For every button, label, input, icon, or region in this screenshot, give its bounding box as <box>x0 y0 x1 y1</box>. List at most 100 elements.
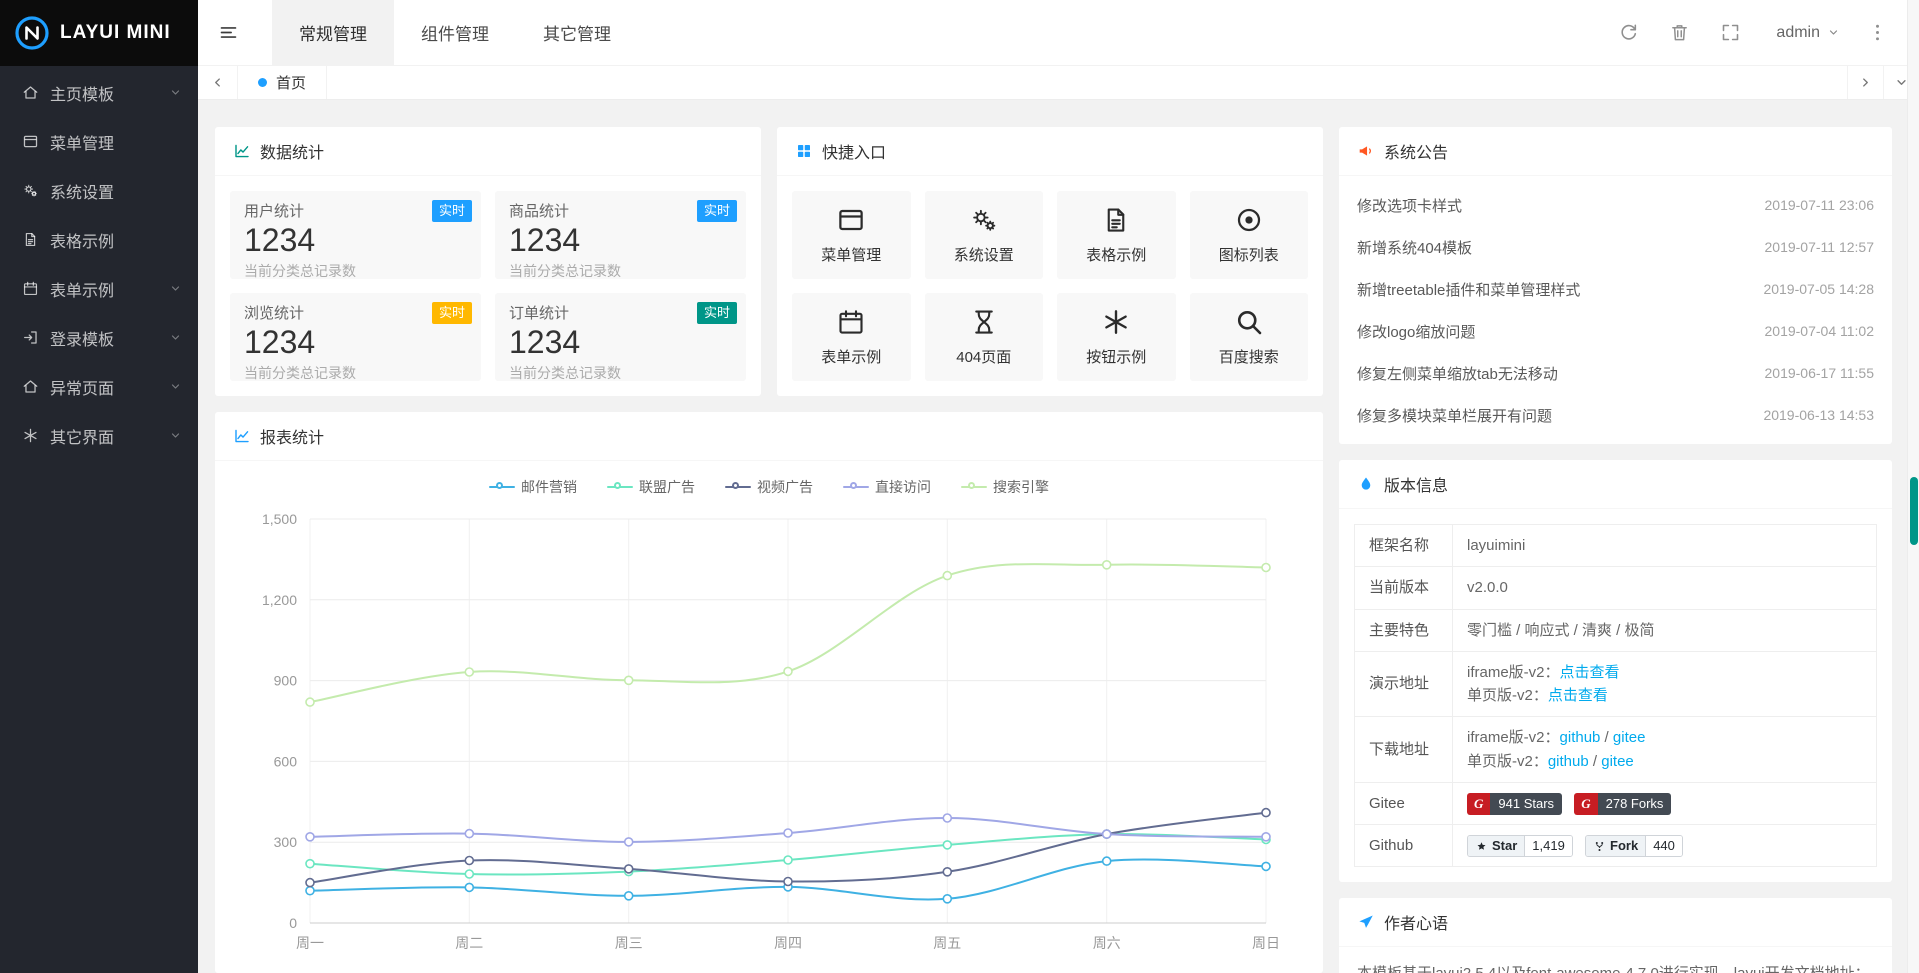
legend-item[interactable]: 搜索引擎 <box>961 477 1049 497</box>
quick-entry-label: 系统设置 <box>954 244 1014 265</box>
legend-item[interactable]: 直接访问 <box>843 477 931 497</box>
svg-text:周日: 周日 <box>1252 935 1280 951</box>
separator: / <box>1589 753 1602 770</box>
main-area: 常规管理 组件管理 其它管理 admin <box>198 0 1919 973</box>
quick-entry[interactable]: 表格示例 <box>1057 191 1176 279</box>
sidebar-item[interactable]: 菜单管理 <box>0 117 198 166</box>
announcement-date: 2019-06-13 14:53 <box>1763 407 1874 423</box>
stat-value: 1234 <box>244 324 467 361</box>
clear-cache-button[interactable] <box>1669 22 1690 43</box>
legend-line <box>489 486 515 488</box>
quick-entry[interactable]: 404页面 <box>925 293 1044 381</box>
chevron-down-icon <box>169 380 182 393</box>
grid-icon <box>795 142 813 160</box>
legend-label: 视频广告 <box>757 477 813 497</box>
tab-scroll-right-button[interactable] <box>1847 66 1883 99</box>
demo-iframe-link[interactable]: 点击查看 <box>1560 664 1620 681</box>
user-menu[interactable]: admin <box>1776 24 1840 42</box>
version-table-wrap: 框架名称 layuimini 当前版本 v2.0.0 主要特色 零门槛 / 响应… <box>1339 509 1892 882</box>
announcement-item[interactable]: 新增系统404模板 2019-07-11 12:57 <box>1339 226 1892 268</box>
github-fork-button[interactable]: Fork 440 <box>1585 835 1683 857</box>
header-tab[interactable]: 常规管理 <box>272 0 394 65</box>
legend-label: 邮件营销 <box>521 477 577 497</box>
stat-desc: 当前分类总记录数 <box>509 363 732 383</box>
quick-entry[interactable]: 菜单管理 <box>792 191 911 279</box>
legend-item[interactable]: 邮件营销 <box>489 477 577 497</box>
announcement-item[interactable]: 修复多模块菜单栏展开有问题 2019-06-13 14:53 <box>1339 394 1892 436</box>
sidebar-item[interactable]: 主页模板 <box>0 68 198 117</box>
demo-line-prefix: iframe版-v2： <box>1467 664 1560 681</box>
sidebar-item[interactable]: 表格示例 <box>0 215 198 264</box>
quick-entry[interactable]: 按钮示例 <box>1057 293 1176 381</box>
svg-text:0: 0 <box>289 915 297 931</box>
sidebar-item[interactable]: 系统设置 <box>0 166 198 215</box>
tabbar: 首页 <box>198 66 1919 100</box>
svg-text:周四: 周四 <box>774 935 802 951</box>
gitee-link[interactable]: gitee <box>1601 753 1634 770</box>
header-tab[interactable]: 组件管理 <box>394 0 516 65</box>
card-title: 版本信息 <box>1384 472 1448 496</box>
header-nav: 常规管理 组件管理 其它管理 <box>272 0 638 65</box>
calendar-icon <box>22 280 39 297</box>
sidebar-item[interactable]: 表单示例 <box>0 264 198 313</box>
table-row: 演示地址 iframe版-v2：点击查看 单页版-v2：点击查看 <box>1355 651 1877 717</box>
tab-scroll-left-button[interactable] <box>198 66 238 99</box>
tab-home[interactable]: 首页 <box>238 66 327 99</box>
row-label: Github <box>1355 825 1453 867</box>
sidebar-item[interactable]: 登录模板 <box>0 313 198 362</box>
page-content: 数据统计 实时 用户统计 1234 当前分类总记录数 实时 <box>198 100 1919 973</box>
announcement-item[interactable]: 修改logo缩放问题 2019-07-04 11:02 <box>1339 310 1892 352</box>
announcement-item[interactable]: 修复左侧菜单缩放tab无法移动 2019-06-17 11:55 <box>1339 352 1892 394</box>
refresh-icon <box>1618 22 1639 43</box>
demo-spa-link[interactable]: 点击查看 <box>1548 687 1608 704</box>
quick-entry-label: 按钮示例 <box>1086 346 1146 367</box>
legend-item[interactable]: 联盟广告 <box>607 477 695 497</box>
scrollbar-thumb[interactable] <box>1910 477 1918 545</box>
realtime-badge: 实时 <box>697 302 737 324</box>
quick-entry[interactable]: 系统设置 <box>925 191 1044 279</box>
chevron-down-icon <box>1827 26 1840 39</box>
more-menu-button[interactable] <box>1867 22 1888 43</box>
refresh-button[interactable] <box>1618 22 1639 43</box>
quick-entry-label: 图标列表 <box>1219 244 1279 265</box>
sidebar-item[interactable]: 其它界面 <box>0 411 198 460</box>
header-tab-label: 其它管理 <box>543 20 611 45</box>
svg-text:1,200: 1,200 <box>262 592 297 608</box>
quick-entry[interactable]: 表单示例 <box>792 293 911 381</box>
github-star-button[interactable]: Star1,419 <box>1467 835 1573 857</box>
quick-entry[interactable]: 图标列表 <box>1190 191 1309 279</box>
announcement-item[interactable]: 修改选项卡样式 2019-07-11 23:06 <box>1339 184 1892 226</box>
announcement-item[interactable]: 新增treetable插件和菜单管理样式 2019-07-05 14:28 <box>1339 268 1892 310</box>
topbar-actions: admin <box>1603 22 1919 43</box>
gitee-stars-badge[interactable]: G941 Stars <box>1467 793 1562 815</box>
sidebar-item-label: 其它界面 <box>50 424 169 448</box>
quick-entry-label: 404页面 <box>956 346 1011 367</box>
sidebar-item-label: 登录模板 <box>50 326 169 350</box>
scrollbar-track[interactable] <box>1907 0 1919 973</box>
gitee-forks-badge[interactable]: G278 Forks <box>1574 793 1671 815</box>
header-tab[interactable]: 其它管理 <box>516 0 638 65</box>
download-line-prefix: iframe版-v2： <box>1467 729 1560 746</box>
window-icon <box>22 133 39 150</box>
quick-entry[interactable]: 百度搜索 <box>1190 293 1309 381</box>
sidebar-item-label: 异常页面 <box>50 375 169 399</box>
row-value: iframe版-v2：github / gitee 单页版-v2：github … <box>1453 717 1877 783</box>
sidebar-item[interactable]: 异常页面 <box>0 362 198 411</box>
collapse-sidebar-button[interactable] <box>198 0 258 65</box>
app-logo[interactable]: LAYUI MINI <box>0 0 198 66</box>
download-line-prefix: 单页版-v2： <box>1467 753 1548 770</box>
legend-line <box>843 486 869 488</box>
github-fork-count: 440 <box>1646 836 1682 856</box>
chart-icon <box>233 427 251 445</box>
github-link[interactable]: github <box>1548 753 1589 770</box>
quick-entry-label: 表单示例 <box>821 346 881 367</box>
fullscreen-button[interactable] <box>1720 22 1741 43</box>
legend-item[interactable]: 视频广告 <box>725 477 813 497</box>
legend-dot <box>496 482 503 489</box>
gitee-link[interactable]: gitee <box>1613 729 1646 746</box>
stat-value: 1234 <box>244 222 467 259</box>
dots-vertical-icon <box>1867 22 1888 43</box>
quick-entry-label: 菜单管理 <box>821 244 881 265</box>
github-link[interactable]: github <box>1560 729 1601 746</box>
github-fork-label: Fork <box>1610 836 1638 856</box>
